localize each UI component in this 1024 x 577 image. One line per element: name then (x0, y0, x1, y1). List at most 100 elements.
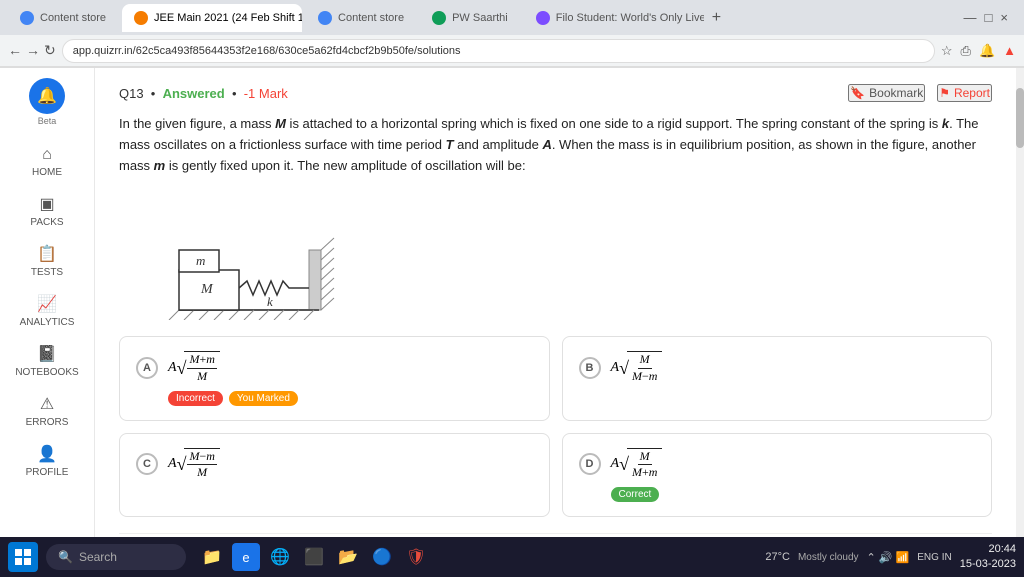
svg-text:m: m (196, 253, 205, 268)
question-footer: TIME TAKEN 106 sec ← Prev 2 Next → TOPIC… (119, 533, 992, 537)
minimize-button[interactable]: — (964, 10, 977, 25)
weather-temp: 27°C (765, 551, 790, 563)
tab-favicon-3 (318, 11, 332, 25)
bookmark-label: Bookmark (869, 86, 923, 100)
browser-chrome: Content store JEE Main 2021 (24 Feb Shif… (0, 0, 1024, 68)
system-tray: ⌃ 🔊 📶 (867, 551, 910, 564)
option-a[interactable]: A A √ M+m M (119, 336, 550, 420)
bookmark-icon[interactable]: ☆ (941, 43, 953, 59)
report-button[interactable]: ⚑ Report (937, 84, 992, 102)
question-number: Q13 (119, 86, 144, 101)
tab-label-2: JEE Main 2021 (24 Feb Shift 1) - C... (154, 12, 302, 24)
start-button[interactable] (8, 542, 38, 572)
warning-icon: ▲ (1003, 43, 1016, 58)
tab-favicon-4 (432, 11, 446, 25)
sidebar-label-profile: PROFILE (26, 467, 69, 478)
options-grid: A A √ M+m M (119, 336, 992, 516)
header-actions: 🔖 Bookmark ⚑ Report (848, 84, 992, 102)
option-d-circle: D (579, 453, 601, 475)
errors-icon: ⚠ (40, 394, 54, 414)
question-label: Q13 • Answered • -1 Mark (119, 86, 288, 101)
option-b[interactable]: B A √ M M−m (562, 336, 993, 420)
taskbar-app-3[interactable]: 🔵 (368, 543, 396, 571)
taskbar-apps: 📁 e 🌐 ⬛ 📂 🔵 🛡 (198, 543, 430, 571)
sidebar-item-tests[interactable]: 📋 TESTS (0, 236, 94, 286)
sidebar-label-tests: TESTS (31, 267, 63, 278)
option-c-circle: C (136, 453, 158, 475)
content-area: Q13 • Answered • -1 Mark 🔖 Bookmark ⚑ Re… (95, 68, 1016, 537)
taskbar-app-shield[interactable]: 🛡 (402, 543, 430, 571)
taskbar-app-edge[interactable]: e (232, 543, 260, 571)
forward-button[interactable]: → (26, 42, 40, 59)
scroll-thumb[interactable] (1016, 88, 1024, 148)
address-bar: ← → ↻ app.quizrr.in/62c5ca493f85644353f2… (0, 35, 1024, 67)
url-text: app.quizrr.in/62c5ca493f85644353f2e168/6… (73, 45, 461, 57)
question-header: Q13 • Answered • -1 Mark 🔖 Bookmark ⚑ Re… (119, 84, 992, 102)
report-label: Report (954, 86, 990, 100)
windows-icon (14, 548, 32, 566)
taskbar-time: 20:44 15-03-2023 (960, 542, 1016, 573)
tab-pw-saarthi[interactable]: PW Saarthi (420, 4, 520, 32)
taskbar-app-1[interactable]: ⬛ (300, 543, 328, 571)
tab-content-store-2[interactable]: Content store (306, 4, 416, 32)
taskbar: 🔍 Search 📁 e 🌐 ⬛ 📂 🔵 🛡 27°C Mostly cloud… (0, 537, 1024, 577)
option-c-formula: A √ M−m M (168, 448, 220, 481)
taskbar-app-explorer[interactable]: 📁 (198, 543, 226, 571)
tab-label-1: Content store (40, 12, 106, 24)
weather-desc: Mostly cloudy (798, 552, 859, 563)
sidebar: 🔔 Beta ⌂ HOME ▣ PACKS 📋 TESTS 📈 ANALYTIC… (0, 68, 95, 537)
sidebar-item-packs[interactable]: ▣ PACKS (0, 186, 94, 236)
lang-indicator: ENG IN (917, 552, 951, 563)
beta-label: Beta (38, 116, 57, 126)
option-a-formula: A √ M+m M (168, 351, 220, 384)
sidebar-item-analytics[interactable]: 📈 ANALYTICS (0, 286, 94, 336)
tab-filo[interactable]: Filo Student: World's Only Live Instan..… (524, 4, 704, 32)
tab-jee-main[interactable]: JEE Main 2021 (24 Feb Shift 1) - C... × (122, 4, 302, 32)
option-b-row: B A √ M M−m (579, 351, 976, 384)
sidebar-item-notebooks[interactable]: 📓 NOTEBOOKS (0, 336, 94, 386)
tab-label-4: PW Saarthi (452, 12, 508, 24)
refresh-button[interactable]: ↻ (44, 42, 56, 59)
sidebar-label-analytics: ANALYTICS (20, 317, 75, 328)
diagram-container: m M k (119, 190, 992, 320)
option-c-row: C A √ M−m M (136, 448, 533, 481)
taskbar-search[interactable]: 🔍 Search (46, 544, 186, 570)
option-c[interactable]: C A √ M−m M (119, 433, 550, 517)
taskbar-app-2[interactable]: 📂 (334, 543, 362, 571)
option-d[interactable]: D A √ M M+m (562, 433, 993, 517)
answered-status: Answered (163, 86, 225, 101)
maximize-button[interactable]: □ (985, 10, 993, 25)
new-tab-button[interactable]: + (712, 9, 721, 27)
bookmark-icon: 🔖 (850, 86, 865, 100)
extension-icon[interactable]: 🔔 (979, 43, 995, 59)
search-label: Search (79, 550, 117, 564)
close-button[interactable]: × (1000, 10, 1008, 25)
incorrect-badge: Incorrect (168, 391, 223, 406)
main-layout: 🔔 Beta ⌂ HOME ▣ PACKS 📋 TESTS 📈 ANALYTIC… (0, 68, 1024, 537)
tab-content-store-1[interactable]: Content store (8, 4, 118, 32)
physics-diagram: m M k (149, 190, 349, 320)
svg-text:M: M (200, 282, 214, 297)
report-icon: ⚑ (939, 86, 950, 100)
option-d-row: D A √ M M+m (579, 448, 976, 481)
time-display: 20:44 (988, 542, 1016, 557)
address-bar-icons: ☆ ⎙ 🔔 ▲ (941, 43, 1016, 59)
option-a-circle: A (136, 357, 158, 379)
option-a-badges: Incorrect You Marked (168, 391, 533, 406)
taskbar-app-chrome[interactable]: 🌐 (266, 543, 294, 571)
back-button[interactable]: ← (8, 42, 22, 59)
bookmark-button[interactable]: 🔖 Bookmark (848, 84, 925, 102)
sidebar-item-errors[interactable]: ⚠ ERRORS (0, 386, 94, 436)
question-text: In the given figure, a mass M is attache… (119, 114, 992, 176)
sidebar-item-home[interactable]: ⌂ HOME (0, 138, 94, 186)
scrollbar[interactable] (1016, 68, 1024, 537)
share-icon[interactable]: ⎙ (961, 43, 971, 59)
tab-favicon-1 (20, 11, 34, 25)
sidebar-label-packs: PACKS (30, 217, 63, 228)
correct-badge: Correct (611, 487, 660, 502)
url-bar[interactable]: app.quizrr.in/62c5ca493f85644353f2e168/6… (62, 39, 935, 63)
packs-icon: ▣ (39, 194, 54, 214)
sidebar-item-profile[interactable]: 👤 PROFILE (0, 436, 94, 486)
window-controls[interactable]: — □ × (964, 10, 1016, 25)
analytics-icon: 📈 (37, 294, 57, 314)
